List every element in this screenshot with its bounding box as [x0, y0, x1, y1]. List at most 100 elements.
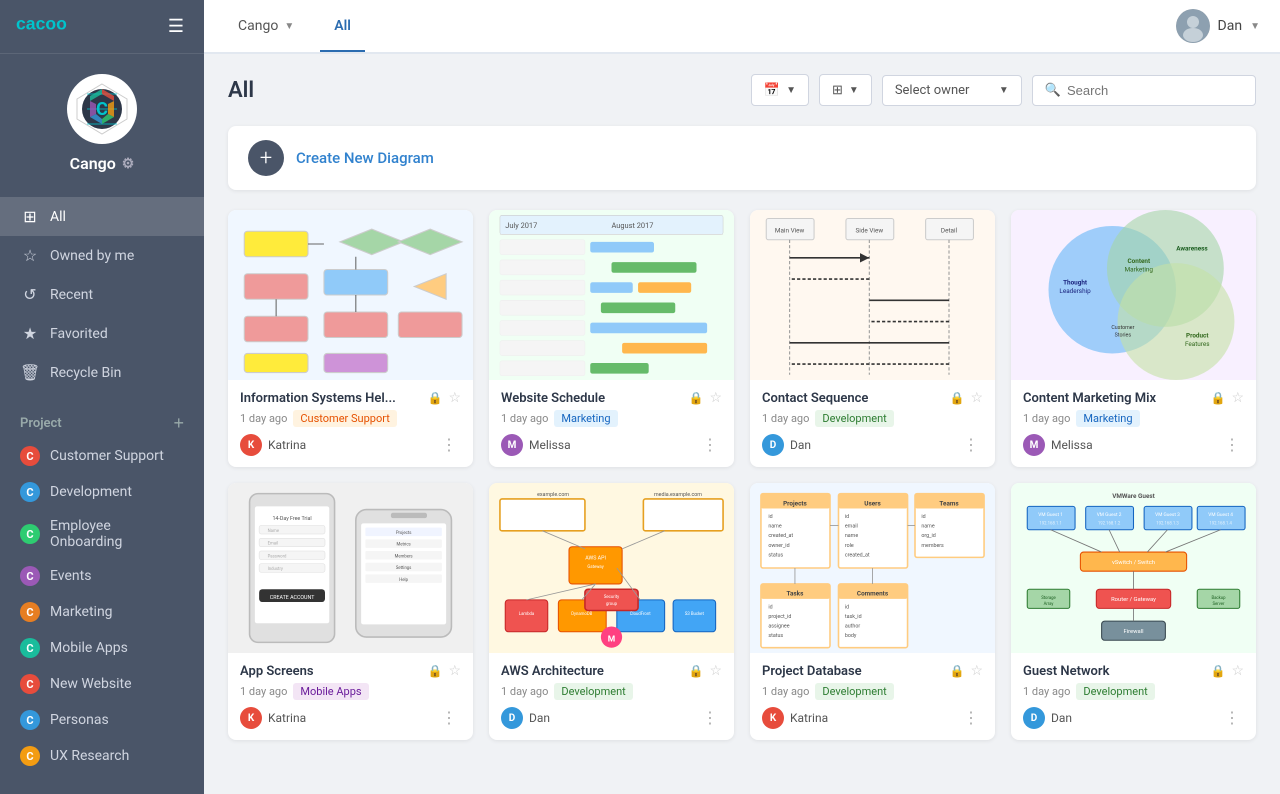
- owned-icon: ☆: [20, 246, 40, 265]
- svg-text:role: role: [845, 543, 854, 549]
- card-more-button[interactable]: ⋮: [959, 433, 983, 457]
- svg-text:Teams: Teams: [939, 499, 959, 507]
- user-avatar: [1176, 9, 1210, 43]
- recent-icon: ↺: [20, 285, 40, 304]
- card-meta: 1 day ago Customer Support: [240, 410, 461, 427]
- card-more-button[interactable]: ⋮: [1220, 706, 1244, 730]
- card-title: Information Systems Hel...: [240, 391, 427, 406]
- card-info: Website Schedule 🔒 ☆ 1 day ago Marketing…: [489, 380, 734, 467]
- card-thumbnail: example.com media.example.com AWS API Ga…: [489, 483, 734, 653]
- diagram-card-contact-sequence[interactable]: Main View Side View Detail: [750, 210, 995, 467]
- card-more-button[interactable]: ⋮: [698, 706, 722, 730]
- svg-text:Side View: Side View: [856, 226, 884, 234]
- svg-text:vSwitch / Switch: vSwitch / Switch: [1112, 560, 1155, 566]
- svg-text:created_at: created_at: [768, 533, 793, 539]
- svg-text:Metrics: Metrics: [397, 543, 411, 548]
- star-icon[interactable]: ☆: [448, 390, 461, 406]
- svg-text:author: author: [845, 624, 860, 630]
- card-more-button[interactable]: ⋮: [437, 706, 461, 730]
- sidebar-item-favorited[interactable]: ★ Favorited: [0, 314, 204, 353]
- sidebar-item-employee-onboarding[interactable]: C Employee Onboarding: [0, 510, 204, 558]
- sidebar-item-customer-support[interactable]: C Customer Support: [0, 438, 204, 474]
- svg-text:Main View: Main View: [775, 226, 805, 234]
- sidebar-item-owned[interactable]: ☆ Owned by me: [0, 236, 204, 275]
- sidebar-item-recycle[interactable]: 🗑 Recycle Bin: [0, 353, 204, 392]
- workspace-avatar: C: [67, 74, 137, 144]
- diagram-card-info-systems[interactable]: Information Systems Hel... 🔒 ☆ 1 day ago…: [228, 210, 473, 467]
- svg-text:Content: Content: [1128, 257, 1151, 265]
- card-tag: Customer Support: [293, 410, 396, 427]
- sidebar: cacoo ☰ C Cango ⚙: [0, 0, 204, 794]
- svg-text:Users: Users: [864, 499, 881, 507]
- add-project-button[interactable]: +: [173, 414, 184, 432]
- sidebar-item-all[interactable]: ⊞ All: [0, 197, 204, 236]
- sidebar-item-ux-research[interactable]: C UX Research: [0, 738, 204, 774]
- star-icon[interactable]: ☆: [709, 390, 722, 406]
- sidebar-item-recent[interactable]: ↺ Recent: [0, 275, 204, 314]
- card-meta: 1 day ago Marketing: [501, 410, 722, 427]
- star-icon[interactable]: ☆: [970, 663, 983, 679]
- menu-toggle-button[interactable]: ☰: [164, 12, 188, 41]
- star-icon[interactable]: ☆: [1231, 663, 1244, 679]
- diagram-card-content-marketing[interactable]: Thought Leadership Awareness Content Mar…: [1011, 210, 1256, 467]
- workspace-settings-icon[interactable]: ⚙: [122, 156, 135, 172]
- user-avatar: K: [240, 707, 262, 729]
- card-tag: Development: [554, 683, 632, 700]
- diagram-card-project-database[interactable]: Projects id name created_at owner_id sta…: [750, 483, 995, 740]
- sidebar-header: cacoo ☰: [0, 0, 204, 54]
- svg-text:192.168.1.1: 192.168.1.1: [1039, 521, 1061, 526]
- diagram-card-app-screens[interactable]: 14-Day Free Trial Name Email Password In…: [228, 483, 473, 740]
- svg-text:Projects: Projects: [396, 531, 412, 536]
- svg-text:id: id: [845, 514, 849, 520]
- card-user: M Melissa: [501, 434, 571, 456]
- workspace-tab[interactable]: Cango ▼: [224, 2, 308, 50]
- card-footer: M Melissa ⋮: [1023, 433, 1244, 457]
- svg-text:Storage: Storage: [1041, 596, 1056, 601]
- sidebar-item-new-website[interactable]: C New Website: [0, 666, 204, 702]
- sidebar-item-mobile-apps[interactable]: C Mobile Apps: [0, 630, 204, 666]
- project-dot: C: [20, 482, 40, 502]
- card-more-button[interactable]: ⋮: [698, 433, 722, 457]
- svg-text:Settings: Settings: [396, 566, 412, 571]
- svg-text:Members: Members: [395, 554, 413, 559]
- card-more-button[interactable]: ⋮: [437, 433, 461, 457]
- card-meta: 1 day ago Mobile Apps: [240, 683, 461, 700]
- svg-text:status: status: [768, 552, 783, 558]
- owner-select[interactable]: Select owner ▼: [882, 75, 1022, 106]
- lock-icon: 🔒: [1210, 391, 1225, 405]
- svg-text:project_id: project_id: [768, 614, 791, 620]
- card-more-button[interactable]: ⋮: [959, 706, 983, 730]
- card-more-button[interactable]: ⋮: [1220, 433, 1244, 457]
- card-title: Website Schedule: [501, 391, 688, 406]
- star-icon[interactable]: ☆: [970, 390, 983, 406]
- diagram-card-guest-network[interactable]: VMWare Guest VM Guest 1 192.168.1.1 VM G…: [1011, 483, 1256, 740]
- grid-view-button[interactable]: ⊞ ▼: [819, 74, 872, 106]
- sidebar-item-events[interactable]: C Events: [0, 558, 204, 594]
- card-user: D Dan: [501, 707, 550, 729]
- tab-all[interactable]: All: [320, 2, 365, 52]
- user-avatar: D: [762, 434, 784, 456]
- card-thumbnail: July 2017 August 2017: [489, 210, 734, 380]
- sidebar-item-marketing[interactable]: C Marketing: [0, 594, 204, 630]
- card-tag: Marketing: [1076, 410, 1139, 427]
- svg-text:DynamoDB: DynamoDB: [571, 612, 592, 617]
- sidebar-item-development[interactable]: C Development: [0, 474, 204, 510]
- star-icon[interactable]: ☆: [709, 663, 722, 679]
- card-thumbnail: Main View Side View Detail: [750, 210, 995, 380]
- search-input[interactable]: [1067, 83, 1243, 98]
- sidebar-item-personas[interactable]: C Personas: [0, 702, 204, 738]
- star-icon[interactable]: ☆: [1231, 390, 1244, 406]
- svg-text:id: id: [921, 514, 925, 520]
- svg-text:M: M: [608, 634, 615, 644]
- diagram-card-website-schedule[interactable]: July 2017 August 2017: [489, 210, 734, 467]
- create-new-diagram-button[interactable]: + Create New Diagram: [228, 126, 1256, 190]
- user-avatar: K: [240, 434, 262, 456]
- star-icon[interactable]: ☆: [448, 663, 461, 679]
- svg-text:Stories: Stories: [1115, 332, 1132, 338]
- svg-text:Lambda: Lambda: [519, 612, 535, 617]
- search-box[interactable]: 🔍: [1032, 75, 1256, 106]
- card-title: AWS Architecture: [501, 664, 688, 679]
- lock-icon: 🔒: [688, 391, 703, 405]
- calendar-view-button[interactable]: 📅 ▼: [751, 74, 809, 106]
- diagram-card-aws-architecture[interactable]: example.com media.example.com AWS API Ga…: [489, 483, 734, 740]
